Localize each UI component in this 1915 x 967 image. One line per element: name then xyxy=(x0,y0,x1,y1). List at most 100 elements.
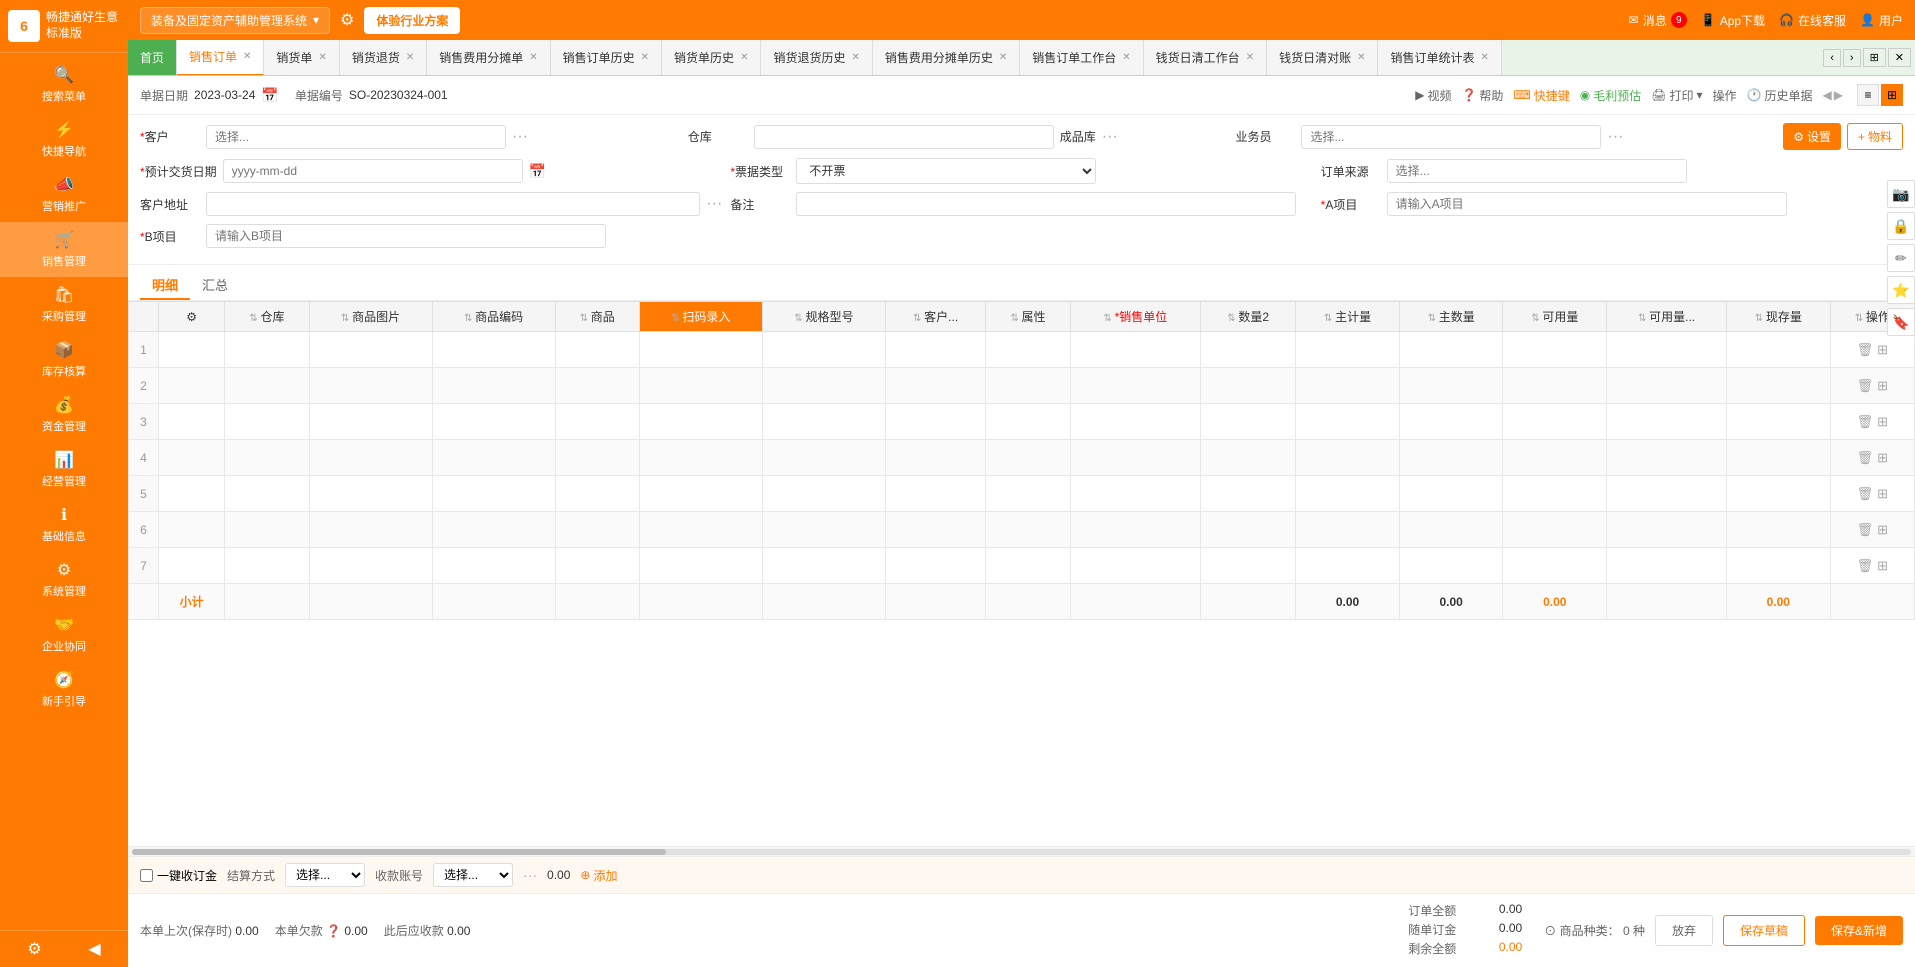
online-service-item[interactable]: 🎧 在线客服 xyxy=(1779,12,1846,29)
cell-2-13[interactable] xyxy=(1503,368,1607,404)
cell-4-6[interactable] xyxy=(762,440,885,476)
tab-2[interactable]: 销货单✕ xyxy=(264,40,339,76)
app-name-selector[interactable]: 装备及固定资产辅助管理系统 ▾ xyxy=(140,7,330,34)
sidebar-item-2[interactable]: 📣 营销推广 xyxy=(0,167,128,222)
detail-tab-1[interactable]: 汇总 xyxy=(190,271,240,300)
cell-2-9[interactable] xyxy=(1070,368,1201,404)
cell-7-15[interactable] xyxy=(1726,548,1830,584)
cell-4-12[interactable] xyxy=(1399,440,1503,476)
nav-left-icon[interactable]: ◀ xyxy=(1823,88,1832,102)
tab-expand-btn[interactable]: ⊞ xyxy=(1863,48,1886,67)
cell-7-6[interactable] xyxy=(762,548,885,584)
cell-5-15[interactable] xyxy=(1726,476,1830,512)
app-download-item[interactable]: 📱 App下载 xyxy=(1701,12,1765,29)
tab-close-9[interactable]: ✕ xyxy=(1122,52,1130,63)
tab-close-7[interactable]: ✕ xyxy=(851,52,859,63)
help-small-icon[interactable]: ❓ xyxy=(326,924,341,938)
tab-11[interactable]: 钱货日清对账✕ xyxy=(1267,40,1378,76)
tab-close-2[interactable]: ✕ xyxy=(318,52,326,63)
cell-6-8[interactable] xyxy=(986,512,1070,548)
cell-1-4[interactable] xyxy=(555,332,639,368)
cell-3-5[interactable] xyxy=(639,404,762,440)
horizontal-scrollbar[interactable] xyxy=(128,846,1915,856)
cell-1-9[interactable] xyxy=(1070,332,1201,368)
cell-2-5[interactable] xyxy=(639,368,762,404)
copy-row-icon[interactable]: ⊞ xyxy=(1877,342,1888,358)
message-item[interactable]: ✉ 消息 9 xyxy=(1629,12,1687,29)
cell-7-13[interactable] xyxy=(1503,548,1607,584)
cell-6-7[interactable] xyxy=(885,512,985,548)
tab-close-4[interactable]: ✕ xyxy=(529,52,537,63)
cell-4-11[interactable] xyxy=(1296,440,1400,476)
customer-expand-icon[interactable]: ··· xyxy=(512,128,528,146)
sidebar-item-8[interactable]: ℹ 基础信息 xyxy=(0,497,128,552)
lock-icon[interactable]: 🔒 xyxy=(1887,212,1915,240)
delete-row-icon[interactable]: 🗑 xyxy=(1857,486,1874,502)
cell-3-9[interactable] xyxy=(1070,404,1201,440)
operate-btn[interactable]: 操作 xyxy=(1713,87,1737,104)
cell-3-3[interactable] xyxy=(432,404,555,440)
order-source-input[interactable] xyxy=(1387,159,1687,183)
cell-4-8[interactable] xyxy=(986,440,1070,476)
tab-close-10[interactable]: ✕ xyxy=(1246,52,1254,63)
copy-row-icon[interactable]: ⊞ xyxy=(1877,378,1888,394)
copy-row-icon[interactable]: ⊞ xyxy=(1877,522,1888,538)
cell-3-4[interactable] xyxy=(555,404,639,440)
tab-7[interactable]: 销货退货历史✕ xyxy=(761,40,872,76)
delivery-calendar-icon[interactable]: 📅 xyxy=(529,163,546,180)
cell-5-9[interactable] xyxy=(1070,476,1201,512)
delivery-date-input[interactable] xyxy=(223,159,523,183)
cell-4-14[interactable] xyxy=(1607,440,1727,476)
cell-5-7[interactable] xyxy=(885,476,985,512)
cell-7-0[interactable] xyxy=(159,548,225,584)
cell-4-2[interactable] xyxy=(309,440,432,476)
cell-6-15[interactable] xyxy=(1726,512,1830,548)
cell-3-1[interactable] xyxy=(225,404,309,440)
tab-close-6[interactable]: ✕ xyxy=(740,52,748,63)
list-view-icon[interactable]: ≡ xyxy=(1857,84,1879,106)
tab-close-1[interactable]: ✕ xyxy=(243,51,251,62)
cell-3-15[interactable] xyxy=(1726,404,1830,440)
cell-5-12[interactable] xyxy=(1399,476,1503,512)
cell-4-4[interactable] xyxy=(555,440,639,476)
save-draft-button[interactable]: 保存草稿 xyxy=(1723,915,1805,946)
camera-icon[interactable]: 📷 xyxy=(1887,180,1915,208)
cell-7-14[interactable] xyxy=(1607,548,1727,584)
cell-4-7[interactable] xyxy=(885,440,985,476)
cell-3-6[interactable] xyxy=(762,404,885,440)
cell-6-6[interactable] xyxy=(762,512,885,548)
cell-3-11[interactable] xyxy=(1296,404,1400,440)
cell-5-5[interactable] xyxy=(639,476,762,512)
cell-5-6[interactable] xyxy=(762,476,885,512)
cell-3-13[interactable] xyxy=(1503,404,1607,440)
copy-row-icon[interactable]: ⊞ xyxy=(1877,414,1888,430)
cell-3-7[interactable] xyxy=(885,404,985,440)
tab-close-11[interactable]: ✕ xyxy=(1357,52,1365,63)
warehouse-input[interactable] xyxy=(754,125,1054,149)
tab-prev-btn[interactable]: ‹ xyxy=(1823,49,1841,67)
settings-icon[interactable]: ⚙ xyxy=(340,10,354,30)
tab-5[interactable]: 销售订单历史✕ xyxy=(551,40,662,76)
cell-1-6[interactable] xyxy=(762,332,885,368)
sidebar-item-1[interactable]: ⚡ 快捷导航 xyxy=(0,112,128,167)
salesperson-expand-icon[interactable]: ··· xyxy=(1607,128,1623,146)
history-btn[interactable]: 🕐 历史单据 xyxy=(1747,87,1813,104)
cell-2-7[interactable] xyxy=(885,368,985,404)
cell-3-14[interactable] xyxy=(1607,404,1727,440)
address-expand-icon[interactable]: ··· xyxy=(706,195,722,213)
print-btn[interactable]: 🖨 打印 ▾ xyxy=(1651,87,1702,104)
save-new-button[interactable]: 保存&新增 xyxy=(1815,916,1903,945)
cell-4-10[interactable] xyxy=(1201,440,1296,476)
tab-8[interactable]: 销售费用分摊单历史✕ xyxy=(873,40,1020,76)
tab-9[interactable]: 销售订单工作台✕ xyxy=(1020,40,1143,76)
tab-close-5[interactable]: ✕ xyxy=(641,52,649,63)
delete-row-icon[interactable]: 🗑 xyxy=(1857,342,1874,358)
cell-7-4[interactable] xyxy=(555,548,639,584)
tab-0[interactable]: 首页 xyxy=(128,40,177,76)
tab-close-8[interactable]: ✕ xyxy=(999,52,1007,63)
cell-6-14[interactable] xyxy=(1607,512,1727,548)
tab-close-all-btn[interactable]: ✕ xyxy=(1888,48,1911,67)
cell-5-13[interactable] xyxy=(1503,476,1607,512)
cell-5-11[interactable] xyxy=(1296,476,1400,512)
one-click-checkbox[interactable] xyxy=(140,869,153,882)
